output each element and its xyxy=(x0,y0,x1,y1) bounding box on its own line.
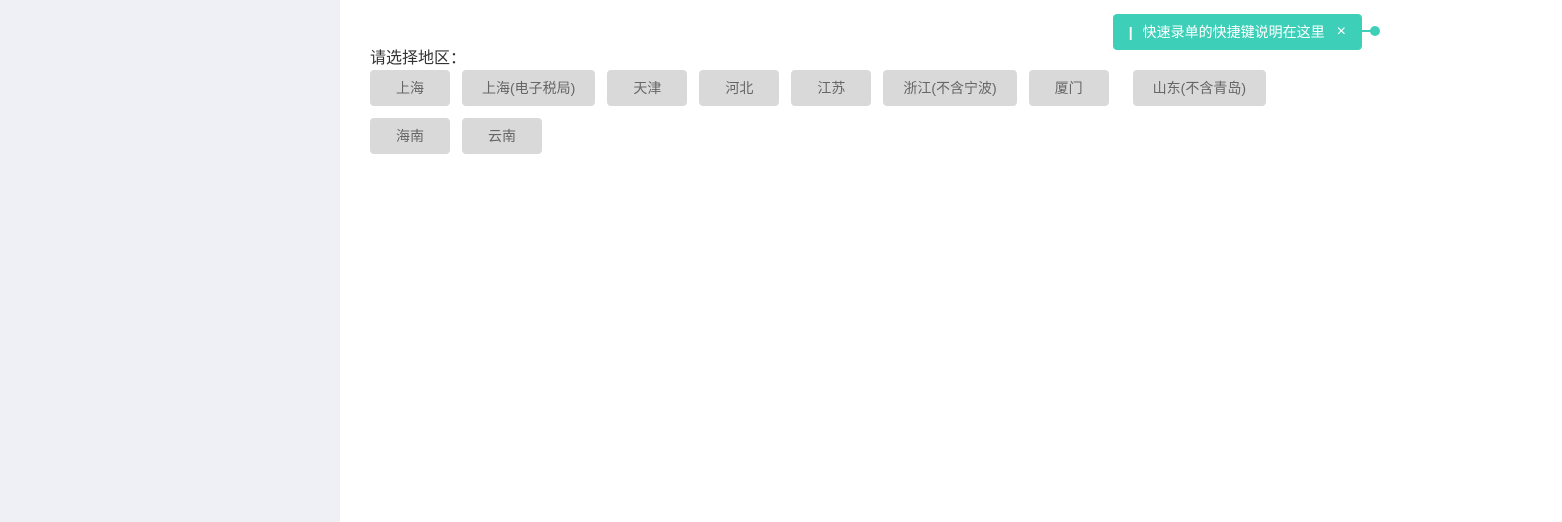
tooltip-text: 快速录单的快捷键说明在这里 xyxy=(1143,22,1325,42)
region-btn-tianjin[interactable]: 天津 xyxy=(607,70,687,106)
sidebar xyxy=(0,0,340,522)
main-content: 请选择地区： 上海 上海(电子税局) 天津 河北 江苏 浙江(不含宁波) 厦门 … xyxy=(340,0,1562,522)
region-btn-shanghai[interactable]: 上海 xyxy=(370,70,450,106)
region-label: 请选择地区： xyxy=(370,44,466,68)
region-btn-xiamen[interactable]: 厦门 xyxy=(1029,70,1109,106)
region-btn-jiangsu[interactable]: 江苏 xyxy=(791,70,871,106)
region-btn-shandong[interactable]: 山东(不含青岛) xyxy=(1133,70,1266,106)
region-btn-hainan[interactable]: 海南 xyxy=(370,118,450,154)
tooltip-close-button[interactable]: × xyxy=(1337,23,1346,41)
region-btn-zhejiang[interactable]: 浙江(不含宁波) xyxy=(883,70,1016,106)
region-buttons: 上海 上海(电子税局) 天津 河北 江苏 浙江(不含宁波) 厦门 山东(不含青岛… xyxy=(370,70,1270,154)
region-btn-yunnan[interactable]: 云南 xyxy=(462,118,542,154)
tooltip-banner: 快速录单的快捷键说明在这里 × xyxy=(1113,14,1362,50)
tooltip-connector-dot xyxy=(1370,26,1380,36)
region-btn-shanghai-etax[interactable]: 上海(电子税局) xyxy=(462,70,595,106)
region-btn-hebei[interactable]: 河北 xyxy=(699,70,779,106)
